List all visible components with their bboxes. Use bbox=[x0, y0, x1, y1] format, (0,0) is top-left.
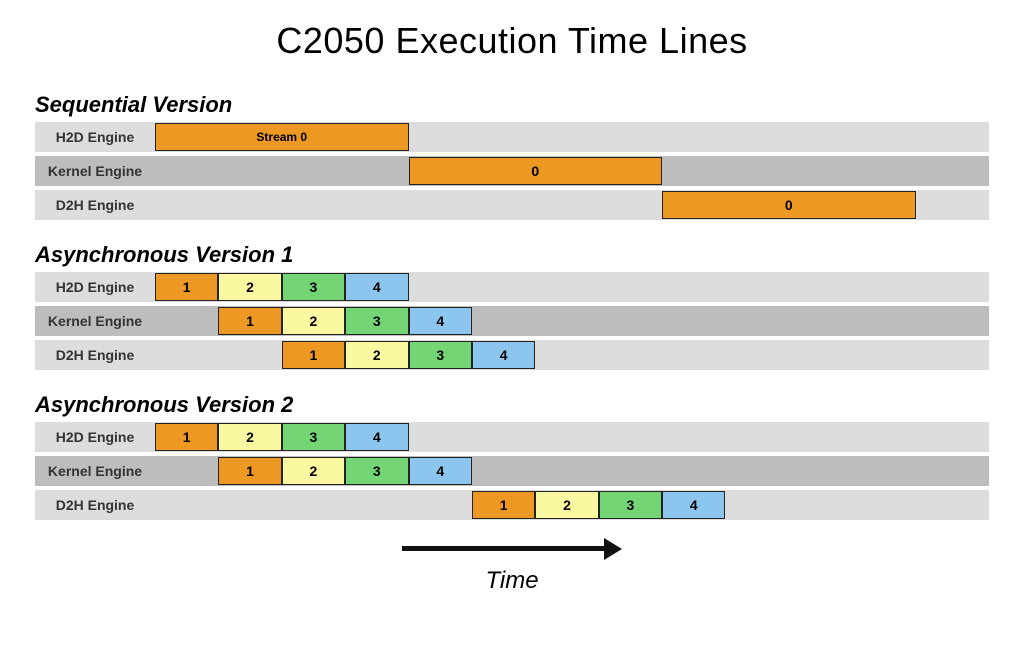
bar-area: 0 bbox=[155, 190, 989, 220]
engine-label: H2D Engine bbox=[35, 429, 155, 445]
timeline-bar: 2 bbox=[345, 341, 408, 369]
engine-label: Kernel Engine bbox=[35, 463, 155, 479]
timeline-row: Kernel Engine1234 bbox=[35, 456, 989, 486]
timeline-bar: 4 bbox=[472, 341, 535, 369]
bar-area: 1234 bbox=[155, 422, 989, 452]
timeline-bar: 3 bbox=[409, 341, 472, 369]
timeline-bar: 4 bbox=[662, 491, 725, 519]
timeline-bar: 0 bbox=[662, 191, 916, 219]
page-title: C2050 Execution Time Lines bbox=[35, 20, 989, 62]
timeline-bar: 2 bbox=[218, 423, 281, 451]
engine-label: D2H Engine bbox=[35, 497, 155, 513]
timeline-bar: 2 bbox=[282, 307, 345, 335]
timeline-bar: 1 bbox=[218, 457, 281, 485]
timeline-row: Kernel Engine1234 bbox=[35, 306, 989, 336]
bar-area: 1234 bbox=[155, 456, 989, 486]
timeline-bar: 1 bbox=[218, 307, 281, 335]
bar-area: 0 bbox=[155, 156, 989, 186]
bar-area: 1234 bbox=[155, 272, 989, 302]
timeline-row: H2D EngineStream 0 bbox=[35, 122, 989, 152]
engine-label: Kernel Engine bbox=[35, 313, 155, 329]
timeline-bar: 0 bbox=[409, 157, 663, 185]
timeline-bar: 3 bbox=[345, 307, 408, 335]
timeline-row: D2H Engine1234 bbox=[35, 490, 989, 520]
bar-area: 1234 bbox=[155, 340, 989, 370]
timeline-bar: 4 bbox=[409, 307, 472, 335]
timeline-bar: Stream 0 bbox=[155, 123, 409, 151]
section-label: Asynchronous Version 1 bbox=[35, 242, 989, 268]
bar-area: 1234 bbox=[155, 306, 989, 336]
timeline-bar: 3 bbox=[599, 491, 662, 519]
timeline-bar: 3 bbox=[282, 273, 345, 301]
section-label: Asynchronous Version 2 bbox=[35, 392, 989, 418]
timeline-bar: 4 bbox=[345, 423, 408, 451]
timeline-bar: 2 bbox=[282, 457, 345, 485]
arrow-right-icon bbox=[402, 538, 622, 560]
engine-label: Kernel Engine bbox=[35, 163, 155, 179]
timeline-bar: 1 bbox=[155, 423, 218, 451]
section-label: Sequential Version bbox=[35, 92, 989, 118]
timeline-bar: 1 bbox=[282, 341, 345, 369]
bar-area: 1234 bbox=[155, 490, 989, 520]
time-axis-label: Time bbox=[35, 567, 989, 595]
time-axis: Time bbox=[35, 538, 989, 595]
engine-label: H2D Engine bbox=[35, 279, 155, 295]
engine-label: D2H Engine bbox=[35, 347, 155, 363]
timeline-row: H2D Engine1234 bbox=[35, 422, 989, 452]
timeline-bar: 1 bbox=[155, 273, 218, 301]
timeline-row: Kernel Engine 0 bbox=[35, 156, 989, 186]
engine-label: H2D Engine bbox=[35, 129, 155, 145]
timeline-bar: 3 bbox=[345, 457, 408, 485]
timeline-row: H2D Engine1234 bbox=[35, 272, 989, 302]
timeline-bar: 3 bbox=[282, 423, 345, 451]
bar-area: Stream 0 bbox=[155, 122, 989, 152]
timeline-bar: 4 bbox=[409, 457, 472, 485]
timeline-bar: 2 bbox=[535, 491, 598, 519]
timeline-row: D2H Engine1234 bbox=[35, 340, 989, 370]
engine-label: D2H Engine bbox=[35, 197, 155, 213]
timeline-bar: 1 bbox=[472, 491, 535, 519]
timeline-diagram: Sequential VersionH2D EngineStream 0Kern… bbox=[35, 92, 989, 520]
timeline-bar: 4 bbox=[345, 273, 408, 301]
timeline-bar: 2 bbox=[218, 273, 281, 301]
timeline-row: D2H Engine 0 bbox=[35, 190, 989, 220]
